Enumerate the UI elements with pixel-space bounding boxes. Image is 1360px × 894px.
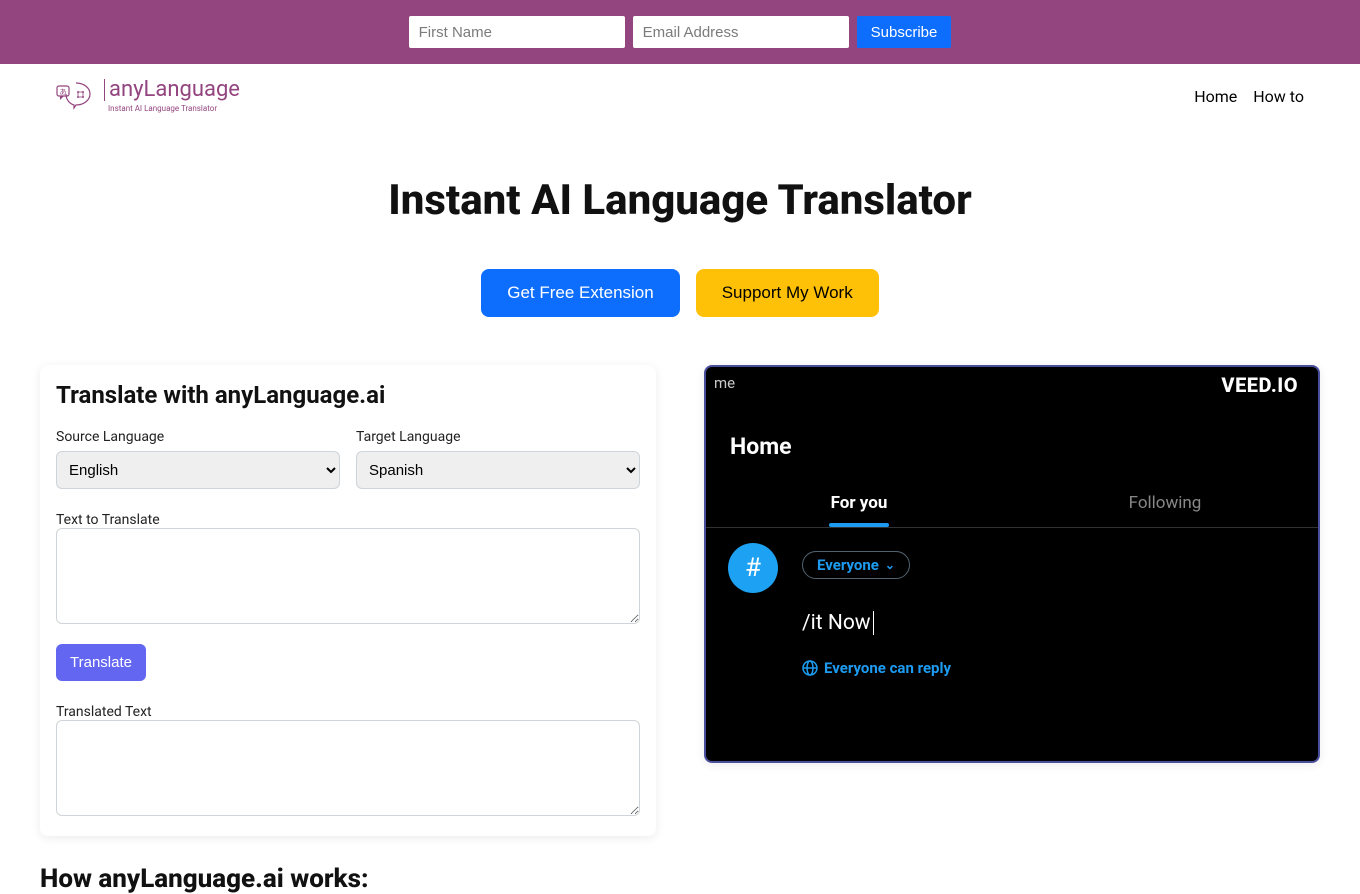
page-title: Instant AI Language Translator [0, 176, 1360, 225]
source-language-select[interactable]: English [56, 451, 340, 489]
email-input[interactable] [633, 16, 849, 48]
video-tabs: For you Following [706, 493, 1318, 528]
compose-text: /it Now [802, 611, 874, 635]
target-language-label: Target Language [356, 429, 640, 445]
translate-button[interactable]: Translate [56, 644, 146, 681]
audience-pill: Everyone ⌄ [802, 551, 910, 579]
main-nav: あ anyLanguage Instant AI Language Transl… [0, 64, 1360, 128]
hash-icon: # [745, 553, 761, 583]
text-cursor [873, 611, 874, 635]
translated-text-output[interactable] [56, 720, 640, 816]
subscribe-bar: Subscribe [0, 0, 1360, 64]
brand-name: anyLanguage [104, 79, 240, 101]
logo[interactable]: あ anyLanguage Instant AI Language Transl… [56, 79, 240, 113]
nav-link-howto[interactable]: How to [1253, 87, 1304, 106]
video-home-heading: Home [730, 433, 792, 460]
avatar: # [728, 543, 778, 593]
translated-text-label: Translated Text [56, 704, 152, 720]
brand-tagline: Instant AI Language Translator [104, 104, 240, 113]
chevron-down-icon: ⌄ [885, 558, 895, 572]
text-to-translate-input[interactable] [56, 528, 640, 624]
how-it-works-title: How anyLanguage.ai works: [0, 852, 1360, 894]
source-language-label: Source Language [56, 429, 340, 445]
video-me-label: me [714, 374, 735, 392]
tab-for-you: For you [706, 493, 1012, 527]
reply-scope: Everyone can reply [802, 659, 951, 677]
text-to-translate-label: Text to Translate [56, 512, 160, 528]
translator-title: Translate with anyLanguage.ai [56, 381, 640, 409]
get-extension-button[interactable]: Get Free Extension [481, 269, 679, 317]
support-button[interactable]: Support My Work [696, 269, 879, 317]
demo-video[interactable]: me VEED.IO Home For you Following # Ever… [704, 365, 1320, 763]
globe-icon [802, 660, 818, 676]
brain-chat-icon: あ [56, 80, 96, 112]
nav-link-home[interactable]: Home [1194, 87, 1237, 106]
tab-following: Following [1012, 493, 1318, 527]
translator-card: Translate with anyLanguage.ai Source Lan… [40, 365, 656, 836]
subscribe-button[interactable]: Subscribe [857, 16, 952, 48]
first-name-input[interactable] [409, 16, 625, 48]
target-language-select[interactable]: Spanish [356, 451, 640, 489]
veed-watermark: VEED.IO [1221, 373, 1298, 397]
